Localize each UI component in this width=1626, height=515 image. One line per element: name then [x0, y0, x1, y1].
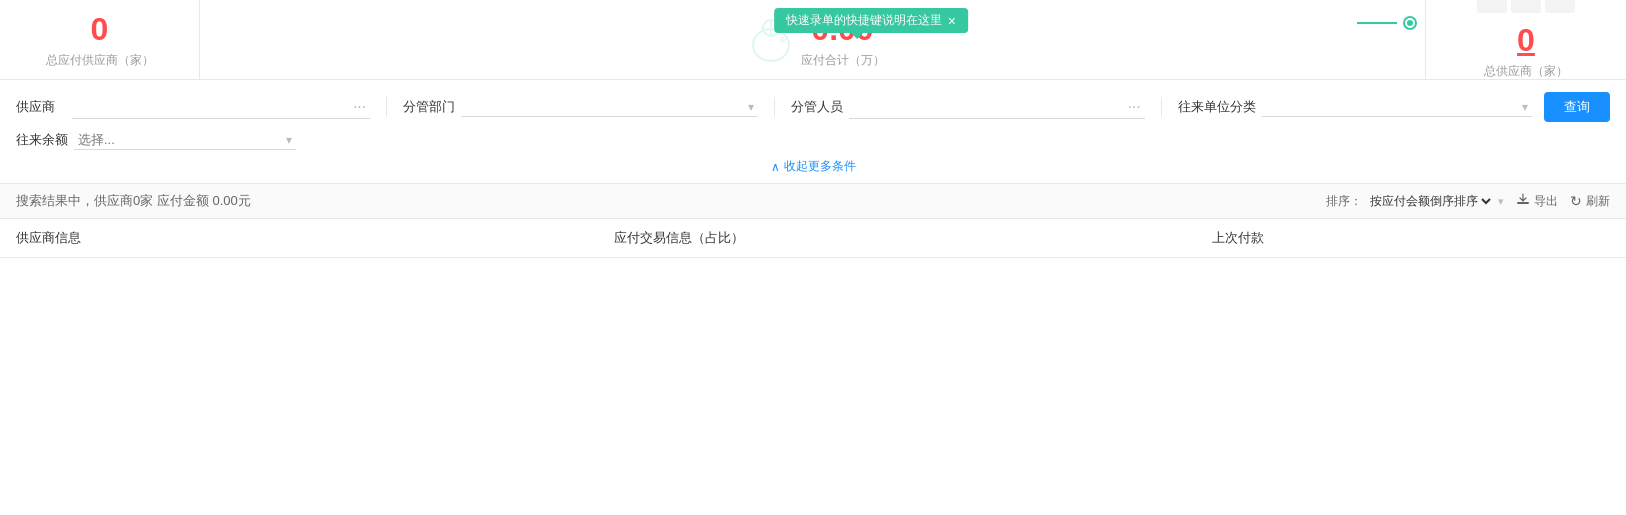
collapse-label: 收起更多条件 — [784, 158, 856, 175]
person-label: 分管人员 — [791, 98, 843, 116]
col-last-payment: 上次付款 — [1212, 229, 1611, 247]
balance-label: 往来余额 — [16, 131, 68, 149]
filter-vendor: 供应商 ··· — [16, 96, 370, 119]
dept-label: 分管部门 — [403, 98, 455, 116]
person-input-wrap: ··· — [849, 96, 1145, 119]
person-dots[interactable]: ··· — [1127, 98, 1140, 116]
refresh-label: 刷新 — [1586, 193, 1610, 210]
export-icon — [1516, 193, 1530, 210]
stats-bar: 0 总应付供应商（家） 快速录单的快捷键说明在这里 × 0.00 应付合计（万） — [0, 0, 1626, 80]
filter-dept: 分管部门 ▾ — [403, 97, 757, 117]
person-input[interactable] — [853, 99, 1124, 114]
tooltip-text: 快速录单的快捷键说明在这里 — [786, 12, 942, 29]
filter-row-1: 供应商 ··· 分管部门 ▾ 分管人员 ··· — [16, 92, 1610, 122]
result-actions: 排序： 按应付会额倒序排序 ▾ 导出 ↻ 刷新 — [1326, 193, 1610, 210]
stat-total-vendors: 0 总供应商（家） — [1426, 0, 1626, 79]
stat-total-payable-vendors: 0 总应付供应商（家） — [0, 0, 200, 79]
table-header: 供应商信息 应付交易信息（占比） 上次付款 — [0, 219, 1626, 258]
vendor-input-wrap: ··· — [72, 96, 370, 119]
vendor-input[interactable] — [76, 99, 349, 114]
collapse-arrow-icon: ∧ — [771, 160, 780, 174]
sort-dropdown[interactable]: 按应付会额倒序排序 — [1366, 193, 1494, 209]
result-bar: 搜索结果中，供应商0家 应付金额 0.00元 排序： 按应付会额倒序排序 ▾ 导… — [0, 184, 1626, 219]
vendor-label: 供应商 — [16, 98, 66, 116]
result-info: 搜索结果中，供应商0家 应付金额 0.00元 — [16, 192, 251, 210]
col-payable-trade-info: 应付交易信息（占比） — [614, 229, 1212, 247]
filter-area: 供应商 ··· 分管部门 ▾ 分管人员 ··· — [0, 80, 1626, 184]
shortcut-tooltip: 快速录单的快捷键说明在这里 × — [774, 8, 968, 33]
stat-payable-total-area: 快速录单的快捷键说明在这里 × 0.00 应付合计（万） — [200, 0, 1426, 79]
export-label: 导出 — [1534, 193, 1558, 210]
tooltip-dot — [1405, 18, 1415, 28]
sort-select-area: 排序： 按应付会额倒序排序 ▾ — [1326, 193, 1504, 210]
table-body — [0, 258, 1626, 508]
svg-rect-4 — [1517, 202, 1529, 204]
tooltip-close-button[interactable]: × — [948, 14, 956, 28]
dept-input[interactable] — [465, 99, 743, 114]
svg-point-3 — [780, 37, 786, 43]
filter-row-2: 往来余额 ▾ — [16, 130, 1610, 150]
refresh-icon: ↻ — [1570, 193, 1582, 209]
balance-select-wrap: ▾ — [74, 130, 296, 150]
col-vendor-info: 供应商信息 — [16, 229, 614, 247]
collapse-button[interactable]: ∧ 收起更多条件 — [771, 158, 856, 175]
query-button[interactable]: 查询 — [1544, 92, 1610, 122]
unit-class-select-wrap: ▾ — [1262, 97, 1532, 117]
refresh-button[interactable]: ↻ 刷新 — [1570, 193, 1610, 210]
dept-chevron-icon: ▾ — [748, 100, 754, 114]
collapse-row: ∧ 收起更多条件 — [16, 158, 1610, 175]
unit-class-label: 往来单位分类 — [1178, 98, 1256, 116]
filter-balance: 往来余额 ▾ — [16, 130, 296, 150]
stat-total-vendors-value: 0 — [1517, 21, 1535, 59]
stat-payable-total-label: 应付合计（万） — [801, 52, 885, 69]
balance-chevron-icon: ▾ — [286, 133, 292, 147]
stat-total-payable-vendors-value: 0 — [91, 10, 109, 48]
sort-chevron-icon: ▾ — [1498, 195, 1504, 208]
stat-total-vendors-label: 总供应商（家） — [1484, 63, 1568, 80]
tooltip-line — [1357, 22, 1397, 24]
unit-class-chevron-icon: ▾ — [1522, 100, 1528, 114]
filter-unit-class: 往来单位分类 ▾ — [1178, 97, 1532, 117]
balance-input[interactable] — [78, 132, 282, 147]
sort-label: 排序： — [1326, 193, 1362, 210]
dept-select-wrap: ▾ — [461, 97, 757, 117]
stat-total-payable-vendors-label: 总应付供应商（家） — [46, 52, 154, 69]
filter-person: 分管人员 ··· — [791, 96, 1145, 119]
export-button[interactable]: 导出 — [1516, 193, 1558, 210]
unit-class-input[interactable] — [1266, 99, 1518, 114]
vendor-dots[interactable]: ··· — [353, 98, 366, 116]
